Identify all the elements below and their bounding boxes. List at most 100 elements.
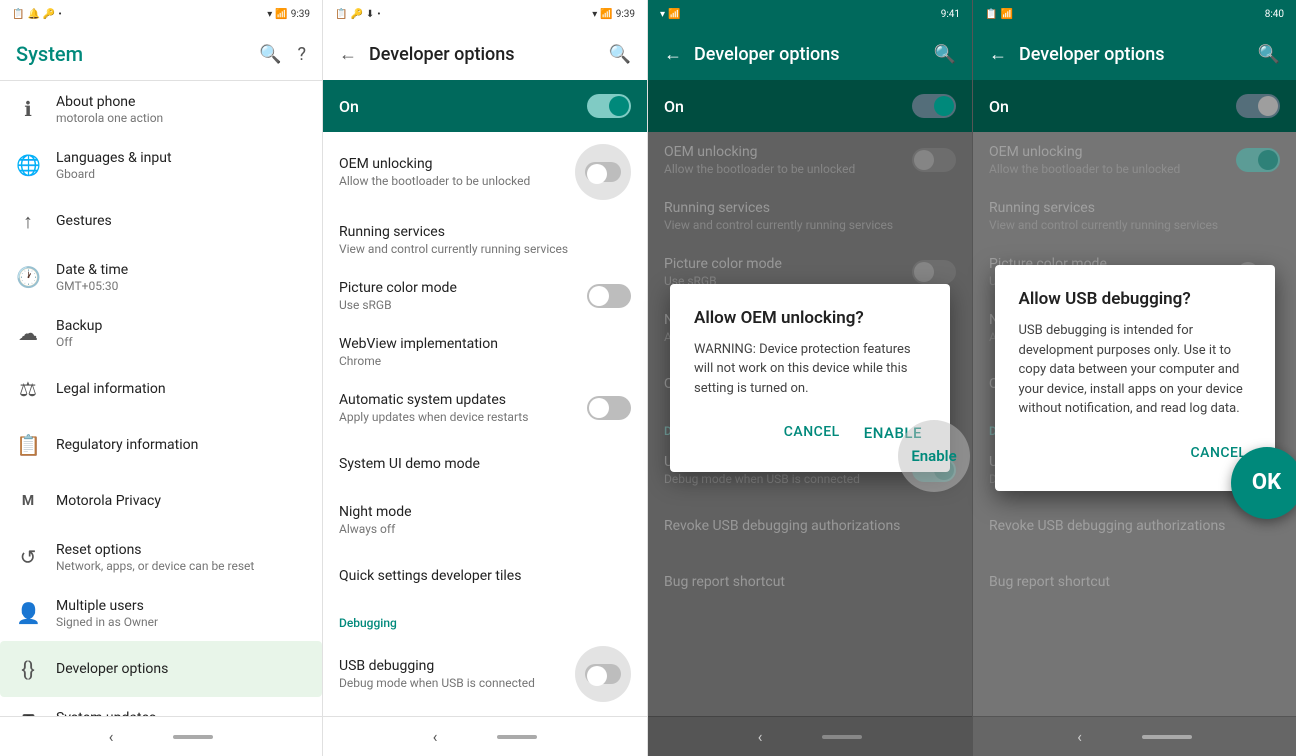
legal-icon: ⚖ [16, 377, 40, 401]
usb-dialog-title: Allow USB debugging? [1019, 289, 1251, 309]
toolbar-p1: System 🔍 ? [0, 28, 322, 80]
auto-updates-toggle-p2[interactable] [587, 396, 631, 420]
language-icon: 🌐 [16, 153, 40, 177]
oem-dialog-body: WARNING: Device protection features will… [694, 340, 926, 399]
oem-unlocking-item-p2[interactable]: OEM unlocking Allow the bootloader to be… [323, 132, 647, 212]
enable-circle-overlay: Enable [898, 420, 970, 492]
usb-debugging-item-p2[interactable]: USB debugging Debug mode when USB is con… [323, 634, 647, 714]
settings-item-about[interactable]: ℹ About phone motorola one action [0, 81, 322, 137]
status-bar-p1: 📋 🔔 🔑 • ▾ 📶 9:39 [0, 0, 322, 28]
oem-cancel-btn[interactable]: Cancel [780, 418, 844, 448]
status-bar-p2: 📋 🔑 ⬇ • ▾ 📶 9:39 [323, 0, 647, 28]
settings-item-legal[interactable]: ⚖ Legal information [0, 361, 322, 417]
system-icons-left: 📋 🔔 🔑 • [12, 9, 62, 20]
usb-toggle-p2[interactable] [585, 664, 621, 684]
oem-title-p2: OEM unlocking [339, 156, 575, 172]
ok-circle[interactable]: OK [1231, 447, 1296, 519]
users-subtitle: Signed in as Owner [56, 615, 306, 629]
settings-item-gestures[interactable]: ↑ Gestures [0, 193, 322, 249]
notification-icon2: 🔔 [27, 9, 39, 20]
reset-label: Reset options [56, 542, 306, 558]
running-title-p2: Running services [339, 224, 631, 240]
usb-dialog-actions: Cancel [1019, 439, 1251, 467]
usb-dialog-container: Allow USB debugging? USB debugging is in… [995, 265, 1275, 491]
developer-icon: {} [16, 657, 40, 681]
settings-item-developer[interactable]: {} Developer options [0, 641, 322, 697]
night-mode-title-p2: Night mode [339, 504, 631, 520]
dev-options-title-p2: Developer options [369, 44, 597, 65]
dev-list-p2: OEM unlocking Allow the bootloader to be… [323, 132, 647, 716]
settings-item-users[interactable]: 👤 Multiple users Signed in as Owner [0, 585, 322, 641]
backup-subtitle: Off [56, 335, 306, 349]
webview-title-p2: WebView implementation [339, 336, 631, 352]
datetime-label: Date & time [56, 262, 306, 278]
legal-label: Legal information [56, 381, 306, 397]
pic-color-subtitle-p2: Use sRGB [339, 298, 587, 312]
panel-system: 📋 🔔 🔑 • ▾ 📶 9:39 System 🔍 ? ℹ About phon… [0, 0, 323, 756]
oem-toggle-p2[interactable] [585, 162, 621, 182]
qs-tiles-title-p2: Quick settings developer tiles [339, 568, 631, 584]
time-p2: 9:39 [616, 9, 635, 20]
clock-icon: 🕐 [16, 265, 40, 289]
oem-subtitle-p2: Allow the bootloader to be unlocked [339, 174, 575, 188]
wifi-p2: ▾ [592, 9, 597, 20]
settings-item-system-updates[interactable]: 📱 System updates Updated to Android 9 [0, 697, 322, 716]
settings-item-languages[interactable]: 🌐 Languages & input Gboard [0, 137, 322, 193]
settings-item-reset[interactable]: ↺ Reset options Network, apps, or device… [0, 529, 322, 585]
back-icon-p2[interactable]: ← [339, 44, 357, 65]
home-indicator-p1 [173, 735, 213, 739]
auto-updates-title-p2: Automatic system updates [339, 392, 587, 408]
oem-dialog-title: Allow OEM unlocking? [694, 308, 926, 328]
key-icon-p2: 🔑 [350, 9, 362, 20]
pic-color-title-p2: Picture color mode [339, 280, 587, 296]
help-icon-p1[interactable]: ? [297, 44, 306, 65]
notification-icon: 📋 [12, 9, 24, 20]
running-subtitle-p2: View and control currently running servi… [339, 242, 631, 256]
search-icon-p1[interactable]: 🔍 [259, 44, 281, 65]
backup-icon: ☁ [16, 321, 40, 345]
webview-item-p2[interactable]: WebView implementation Chrome [323, 324, 647, 380]
usb-dialog-body: USB debugging is intended for developmen… [1019, 321, 1251, 419]
back-nav-p1[interactable]: ‹ [109, 727, 114, 746]
settings-item-moto-privacy[interactable]: M Motorola Privacy [0, 473, 322, 529]
toolbar-p2: ← Developer options 🔍 [323, 28, 647, 80]
usb-dialog-overlay: Allow USB debugging? USB debugging is in… [973, 0, 1296, 756]
oem-dialog-actions: Cancel Enable [694, 418, 926, 448]
developer-label: Developer options [56, 661, 306, 677]
running-services-item-p2[interactable]: Running services View and control curren… [323, 212, 647, 268]
notif-icon-p2: 📋 [335, 9, 347, 20]
ok-label: OK [1252, 470, 1281, 495]
enable-circle-label: Enable [911, 447, 956, 465]
settings-item-regulatory[interactable]: 📋 Regulatory information [0, 417, 322, 473]
qs-tiles-item-p2[interactable]: Quick settings developer tiles [323, 548, 647, 604]
settings-list: ℹ About phone motorola one action 🌐 Lang… [0, 81, 322, 716]
users-label: Multiple users [56, 598, 306, 614]
back-nav-p2[interactable]: ‹ [433, 727, 438, 746]
oem-toggle-circle-p2 [575, 144, 631, 200]
status-icons-left-p2: 📋 🔑 ⬇ • [335, 9, 381, 20]
signal-icon: 📶 [275, 9, 287, 20]
download-icon-p2: ⬇ [366, 9, 374, 20]
night-mode-item-p2[interactable]: Night mode Always off [323, 492, 647, 548]
info-icon: ℹ [16, 97, 40, 121]
about-phone-subtitle: motorola one action [56, 111, 306, 125]
ui-demo-item-p2[interactable]: System UI demo mode [323, 436, 647, 492]
backup-label: Backup [56, 318, 306, 334]
key-icon: 🔑 [43, 9, 55, 20]
picture-color-item-p2[interactable]: Picture color mode Use sRGB [323, 268, 647, 324]
reset-subtitle: Network, apps, or device can be reset [56, 559, 306, 573]
wifi-icon: ▾ [267, 9, 272, 20]
moto-privacy-label: Motorola Privacy [56, 493, 306, 509]
panel-developer: 📋 🔑 ⬇ • ▾ 📶 9:39 ← Developer options 🔍 O… [323, 0, 648, 756]
datetime-subtitle: GMT+05:30 [56, 279, 306, 293]
home-indicator-p2 [497, 735, 537, 739]
search-icon-p2[interactable]: 🔍 [609, 44, 631, 65]
night-mode-subtitle-p2: Always off [339, 522, 631, 536]
developer-toggle-p2[interactable] [587, 94, 631, 118]
languages-subtitle: Gboard [56, 167, 306, 181]
gestures-label: Gestures [56, 213, 306, 229]
settings-item-datetime[interactable]: 🕐 Date & time GMT+05:30 [0, 249, 322, 305]
auto-updates-item-p2[interactable]: Automatic system updates Apply updates w… [323, 380, 647, 436]
pic-color-toggle-p2[interactable] [587, 284, 631, 308]
settings-item-backup[interactable]: ☁ Backup Off [0, 305, 322, 361]
